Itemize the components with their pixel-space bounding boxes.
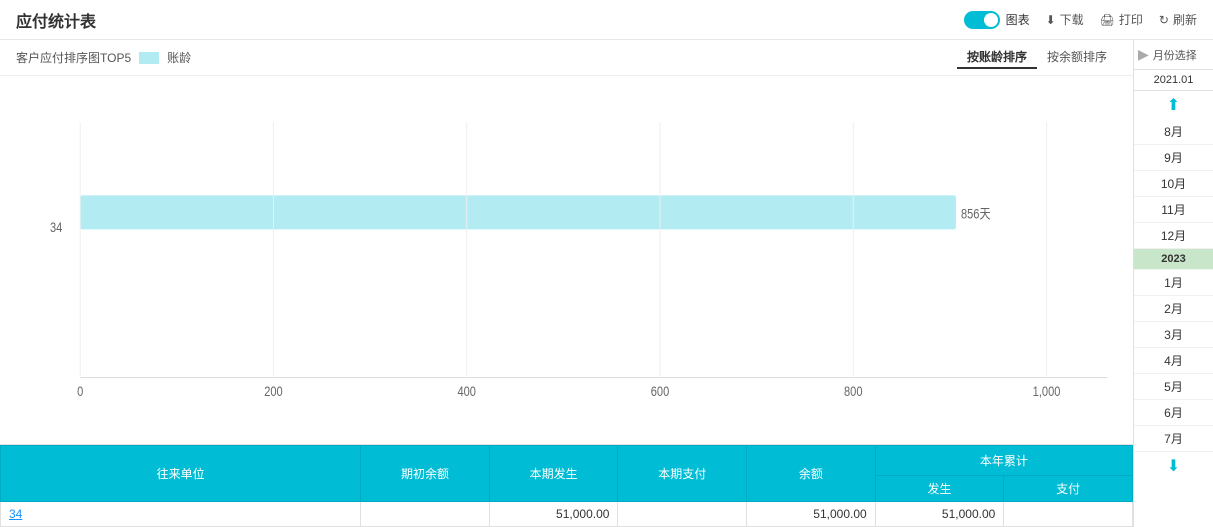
- month-item-12[interactable]: 12月: [1134, 223, 1213, 249]
- svg-text:600: 600: [651, 384, 670, 399]
- svg-text:34: 34: [50, 220, 62, 235]
- col-header-unit: 往来单位: [1, 446, 361, 502]
- chart-toggle[interactable]: [964, 11, 1000, 29]
- bar-chart: 34 856天 0 200 400 600 800 1,000: [50, 86, 1117, 414]
- month-item-10[interactable]: 10月: [1134, 171, 1213, 197]
- col-header-balance: 余额: [747, 446, 876, 502]
- month-item-6[interactable]: 6月: [1134, 400, 1213, 426]
- sort-buttons: 按账龄排序 按余额排序: [957, 46, 1117, 69]
- sort-by-balance-button[interactable]: 按账龄排序: [957, 46, 1037, 69]
- cell-ytd-occur: 51,000.00: [875, 502, 1004, 527]
- month-item-9[interactable]: 9月: [1134, 145, 1213, 171]
- col-header-ytd-pay: 支付: [1004, 476, 1133, 502]
- sidebar-title: 月份选择: [1153, 47, 1197, 63]
- refresh-icon: ↻: [1159, 13, 1169, 27]
- svg-text:1,000: 1,000: [1033, 384, 1061, 399]
- month-item-5[interactable]: 5月: [1134, 374, 1213, 400]
- month-item-1[interactable]: 1月: [1134, 270, 1213, 296]
- download-button[interactable]: ⬇ 下载: [1046, 11, 1084, 28]
- cell-current-occur: 51,000.00: [489, 502, 618, 527]
- download-label: 下载: [1060, 11, 1084, 28]
- month-sidebar: ▶ 月份选择 ⬆ 8月 9月 10月 11月 12月 2023 1月 2月 3月…: [1133, 40, 1213, 527]
- svg-text:800: 800: [844, 384, 863, 399]
- data-table: 往来单位 期初余额 本期发生 本期支付 余额 本年累计 发生 支付: [0, 444, 1133, 527]
- legend-text: 客户应付排序图TOP5: [16, 49, 131, 66]
- cell-current-pay: [618, 502, 747, 527]
- month-item-8[interactable]: 8月: [1134, 119, 1213, 145]
- col-header-ytd-occur: 发生: [875, 476, 1004, 502]
- refresh-button[interactable]: ↻ 刷新: [1159, 11, 1197, 28]
- cell-unit[interactable]: 34: [1, 502, 361, 527]
- page-title: 应付统计表: [16, 8, 96, 32]
- svg-text:856天: 856天: [961, 206, 991, 221]
- year-2023-label: 2023: [1134, 249, 1213, 270]
- svg-text:0: 0: [77, 384, 83, 399]
- legend-item: 账龄: [167, 49, 191, 66]
- col-header-opening: 期初余额: [361, 446, 490, 502]
- month-item-3[interactable]: 3月: [1134, 322, 1213, 348]
- cell-ytd-pay: [1004, 502, 1133, 527]
- month-item-11[interactable]: 11月: [1134, 197, 1213, 223]
- col-header-ytd: 本年累计: [875, 446, 1132, 476]
- svg-text:200: 200: [264, 384, 283, 399]
- chart-legend: 客户应付排序图TOP5 账龄: [16, 49, 191, 66]
- svg-text:400: 400: [457, 384, 476, 399]
- year-input[interactable]: [1134, 70, 1213, 91]
- sidebar-collapse-icon[interactable]: ▶: [1138, 46, 1149, 63]
- chart-toggle-group: 图表: [964, 11, 1030, 29]
- cell-opening: [361, 502, 490, 527]
- scroll-up-button[interactable]: ⬆: [1134, 91, 1213, 119]
- sort-by-amount-button[interactable]: 按余额排序: [1037, 46, 1117, 69]
- toggle-label: 图表: [1006, 11, 1030, 28]
- table-row: 34 51,000.00 51,000.00 51,000.00: [1, 502, 1133, 527]
- print-button[interactable]: 🖨 打印: [1100, 11, 1143, 28]
- col-header-current-occur: 本期发生: [489, 446, 618, 502]
- chart-area: 34 856天 0 200 400 600 800 1,000: [0, 76, 1133, 444]
- legend-box: [139, 52, 159, 64]
- col-header-current-pay: 本期支付: [618, 446, 747, 502]
- print-icon: 🖨: [1100, 13, 1115, 27]
- scroll-down-button[interactable]: ⬇: [1134, 452, 1213, 480]
- print-label: 打印: [1119, 11, 1143, 28]
- month-item-4[interactable]: 4月: [1134, 348, 1213, 374]
- month-item-7[interactable]: 7月: [1134, 426, 1213, 452]
- cell-balance: 51,000.00: [747, 502, 876, 527]
- download-icon: ⬇: [1046, 13, 1056, 27]
- month-item-2[interactable]: 2月: [1134, 296, 1213, 322]
- refresh-label: 刷新: [1173, 11, 1197, 28]
